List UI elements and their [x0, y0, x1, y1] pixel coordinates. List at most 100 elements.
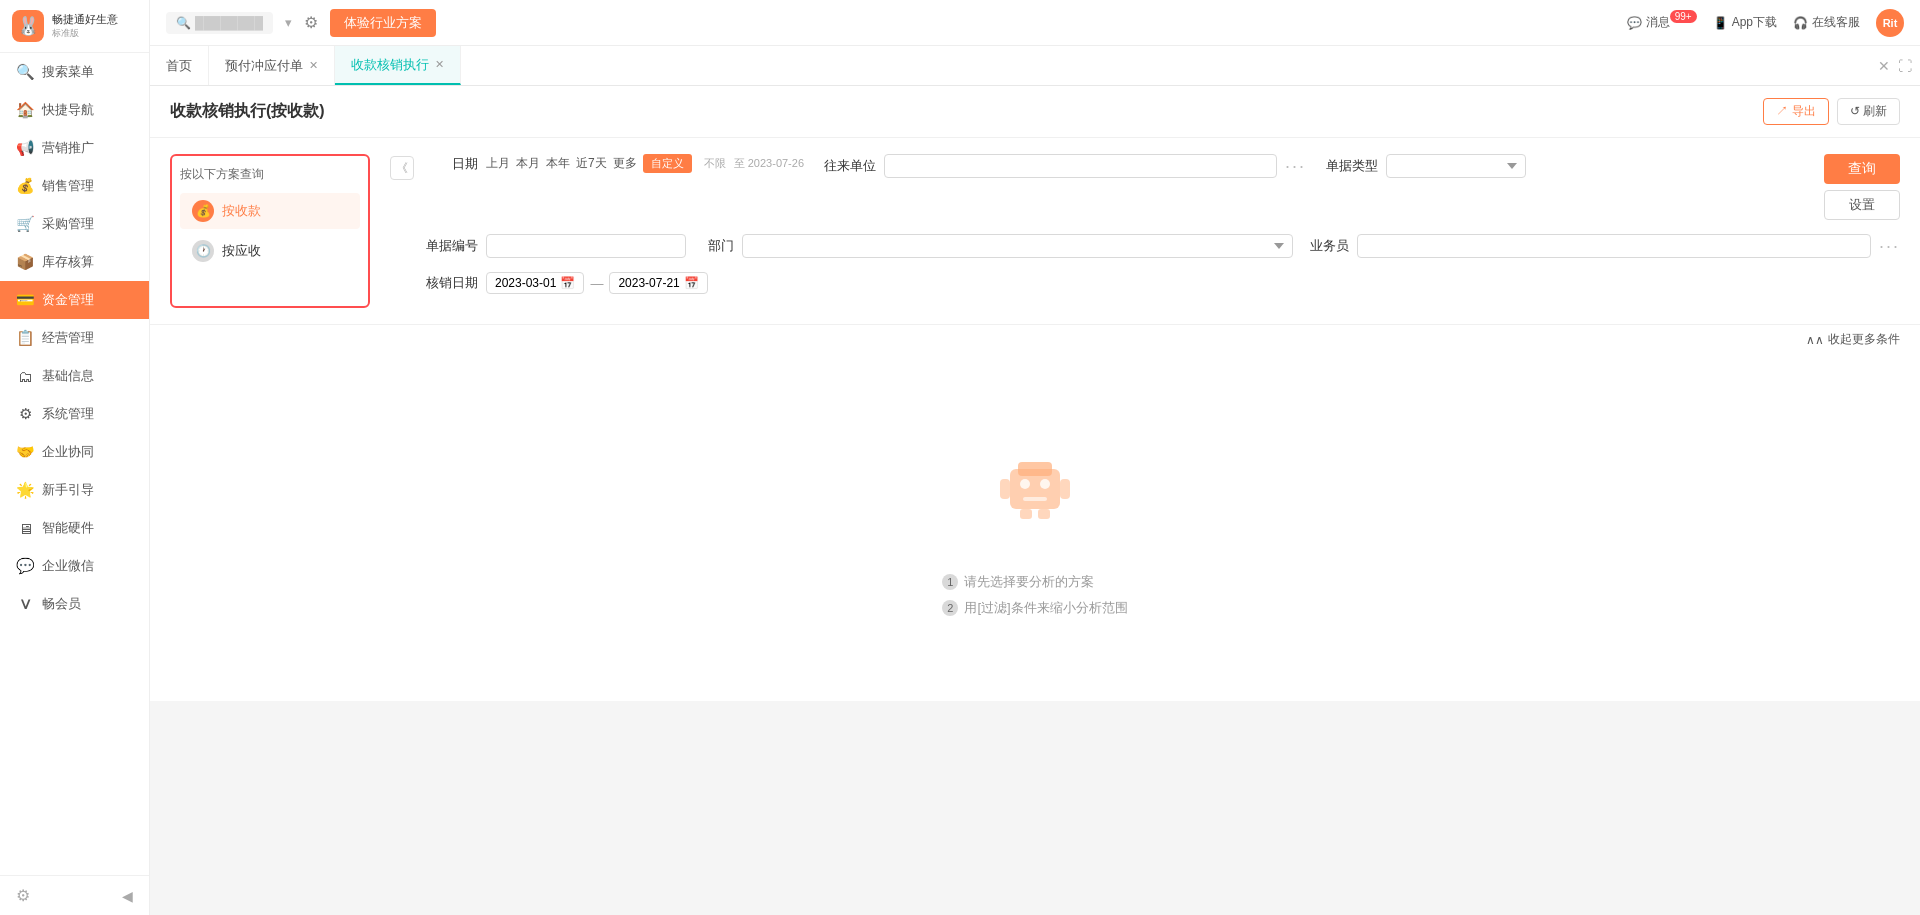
date-shortcut-this-month[interactable]: 本月 [516, 155, 540, 172]
filter-options-title: 按以下方案查询 [180, 166, 360, 183]
sidebar-label-basicinfo: 基础信息 [42, 367, 94, 385]
sidebar-label-guide: 新手引导 [42, 481, 94, 499]
tab-bar-actions: ✕ ⛶ [1870, 46, 1920, 85]
sidebar-bottom: ⚙ ◀ [0, 875, 149, 915]
sidebar: 🐰 畅捷通好生意 标准版 🔍 搜索菜单 🏠 快捷导航 📢 营销推广 💰 销售管理… [0, 0, 150, 915]
sidebar-item-enterprise[interactable]: 🤝 企业协同 [0, 433, 149, 471]
by-collection-label: 按收款 [222, 202, 261, 220]
sidebar-item-hardware[interactable]: 🖥 智能硬件 [0, 509, 149, 547]
calendar-end-icon[interactable]: 📅 [684, 276, 699, 290]
tip-num-2: 2 [942, 600, 958, 616]
sidebar-item-wechat[interactable]: 💬 企业微信 [0, 547, 149, 585]
sidebar-item-system[interactable]: ⚙ 系统管理 [0, 395, 149, 433]
search-icon: 🔍 [16, 63, 34, 81]
basicinfo-icon: 🗂 [16, 368, 34, 385]
verify-date-start-wrap[interactable]: 2023-03-01 📅 [486, 272, 584, 294]
query-button[interactable]: 查询 [1824, 154, 1900, 184]
staff-input[interactable] [1357, 234, 1871, 258]
svg-rect-1 [1018, 462, 1052, 476]
verify-date-end-wrap[interactable]: 2023-07-21 📅 [609, 272, 707, 294]
tab-collection[interactable]: 收款核销执行 ✕ [335, 46, 461, 85]
online-service-action[interactable]: 🎧 在线客服 [1793, 14, 1860, 31]
sidebar-item-quicknav[interactable]: 🏠 快捷导航 [0, 91, 149, 129]
sidebar-label-finance: 资金管理 [42, 291, 94, 309]
home-icon: 🏠 [16, 101, 34, 119]
dept-label: 部门 [702, 237, 734, 255]
sidebar-item-business[interactable]: 📋 经营管理 [0, 319, 149, 357]
counterpart-input[interactable] [884, 154, 1277, 178]
sidebar-label-sales: 销售管理 [42, 177, 94, 195]
sidebar-menu: 🔍 搜索菜单 🏠 快捷导航 📢 营销推广 💰 销售管理 🛒 采购管理 📦 库存核… [0, 53, 149, 875]
refresh-button[interactable]: ↺ 刷新 [1837, 98, 1900, 125]
message-badge: 99+ [1670, 10, 1697, 23]
verify-date-end-value: 2023-07-21 [618, 276, 679, 290]
counterpart-dots[interactable]: ··· [1285, 156, 1306, 177]
voucher-no-input[interactable] [486, 234, 686, 258]
tab-collection-close[interactable]: ✕ [435, 58, 444, 71]
tab-prepay[interactable]: 预付冲应付单 ✕ [209, 46, 335, 85]
staff-dots[interactable]: ··· [1879, 236, 1900, 257]
collapse-more-button[interactable]: ∧∧ 收起更多条件 [1806, 331, 1900, 348]
sidebar-item-vip[interactable]: Ⅴ 畅会员 [0, 585, 149, 623]
sidebar-label-vip: 畅会员 [42, 595, 81, 613]
header-search-icon: 🔍 [176, 16, 191, 30]
industry-solution-button[interactable]: 体验行业方案 [330, 9, 436, 37]
message-action[interactable]: 💬 消息 99+ [1627, 14, 1697, 31]
date-shortcut-custom[interactable]: 自定义 [643, 154, 692, 173]
svg-rect-6 [1060, 479, 1070, 499]
verify-date-filter-field: 核销日期 2023-03-01 📅 — 2023-07-21 📅 [422, 272, 708, 294]
header-search-bar[interactable]: 🔍 ████████ [166, 12, 273, 34]
date-shortcut-7days[interactable]: 近7天 [576, 155, 607, 172]
sidebar-settings-icon[interactable]: ⚙ [16, 886, 30, 905]
app-name: 畅捷通好生意 [52, 12, 118, 26]
date-shortcut-this-year[interactable]: 本年 [546, 155, 570, 172]
sidebar-label-inventory: 库存核算 [42, 253, 94, 271]
filter-option-by-collection[interactable]: 💰 按收款 [180, 193, 360, 229]
marketing-icon: 📢 [16, 139, 34, 157]
user-avatar[interactable]: Rit [1876, 9, 1904, 37]
empty-robot-svg [985, 434, 1085, 534]
svg-rect-7 [1020, 509, 1032, 519]
hardware-icon: 🖥 [16, 520, 34, 537]
tab-prepay-close[interactable]: ✕ [309, 59, 318, 72]
settings-button[interactable]: 设置 [1824, 190, 1900, 220]
app-download-action[interactable]: 📱 App下载 [1713, 14, 1777, 31]
calendar-start-icon[interactable]: 📅 [560, 276, 575, 290]
export-button[interactable]: ↗ 导出 [1763, 98, 1828, 125]
date-to-label: 至 2023-07-26 [734, 156, 804, 171]
sidebar-collapse-icon[interactable]: ◀ [122, 888, 133, 904]
tab-expand-icon[interactable]: ⛶ [1898, 58, 1912, 74]
filter-row-2: 单据编号 部门 业务员 ··· [422, 234, 1900, 258]
empty-tips: 1 请先选择要分析的方案 2 用[过滤]条件来缩小分析范围 [942, 569, 1127, 621]
sidebar-item-search[interactable]: 🔍 搜索菜单 [0, 53, 149, 91]
empty-tip-1: 1 请先选择要分析的方案 [942, 569, 1127, 595]
sidebar-item-finance[interactable]: 💳 资金管理 [0, 281, 149, 319]
finance-icon: 💳 [16, 291, 34, 309]
sidebar-label-search: 搜索菜单 [42, 63, 94, 81]
filter-option-by-receivable[interactable]: 🕐 按应收 [180, 233, 360, 269]
sidebar-item-inventory[interactable]: 📦 库存核算 [0, 243, 149, 281]
header-search-blur: ████████ [195, 16, 263, 30]
filter-row-3: 核销日期 2023-03-01 📅 — 2023-07-21 📅 [422, 272, 1900, 294]
voucher-type-select[interactable] [1386, 154, 1526, 178]
sidebar-item-guide[interactable]: 🌟 新手引导 [0, 471, 149, 509]
by-receivable-label: 按应收 [222, 242, 261, 260]
counterpart-filter-field: 往来单位 ··· [820, 154, 1306, 178]
verify-date-label: 核销日期 [422, 274, 478, 292]
by-receivable-icon: 🕐 [192, 240, 214, 262]
verify-date-range: 2023-03-01 📅 — 2023-07-21 📅 [486, 272, 708, 294]
header-dropdown-icon[interactable]: ▾ [285, 15, 292, 30]
tab-close-all-icon[interactable]: ✕ [1878, 58, 1890, 74]
refresh-icon: ↺ [1850, 104, 1863, 118]
sidebar-item-marketing[interactable]: 📢 营销推广 [0, 129, 149, 167]
date-no-limit: 不限 [704, 156, 726, 171]
tab-home[interactable]: 首页 [150, 46, 209, 85]
header-gear-icon[interactable]: ⚙ [304, 13, 318, 32]
sidebar-item-sales[interactable]: 💰 销售管理 [0, 167, 149, 205]
dept-select[interactable] [742, 234, 1293, 258]
sidebar-item-purchase[interactable]: 🛒 采购管理 [0, 205, 149, 243]
sidebar-item-basicinfo[interactable]: 🗂 基础信息 [0, 357, 149, 395]
filter-collapse-button[interactable]: 《 [390, 156, 414, 180]
date-shortcut-last-month[interactable]: 上月 [486, 155, 510, 172]
date-shortcut-more[interactable]: 更多 [613, 155, 637, 172]
